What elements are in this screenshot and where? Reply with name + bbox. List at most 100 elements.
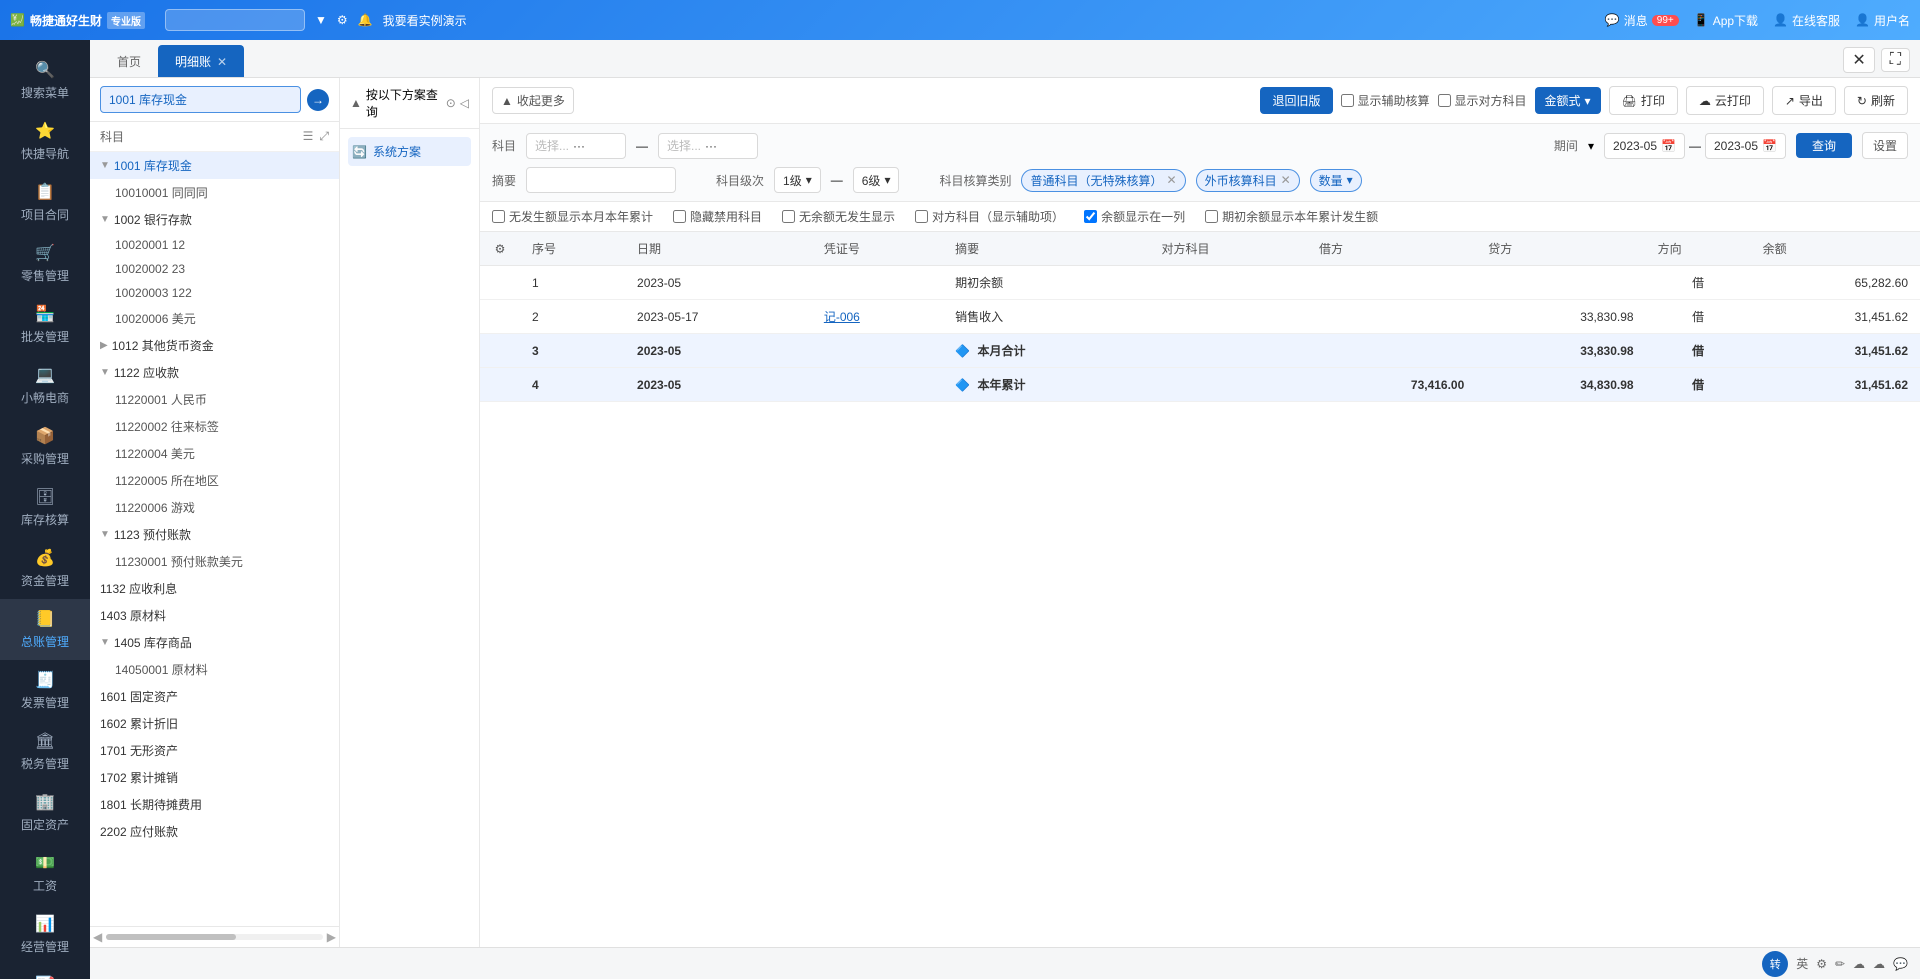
sidebar-item-shortcut[interactable]: ⭐ 快捷导航 xyxy=(0,111,90,172)
tree-item-10020001[interactable]: 10020001 12 xyxy=(90,233,339,257)
opt-contra-aux[interactable]: 对方科目（显示辅助项） xyxy=(915,208,1064,225)
show-contra-input[interactable] xyxy=(1438,94,1451,107)
sidebar-item-salary[interactable]: 💵 工资 xyxy=(0,843,90,904)
opt-no-occur-input[interactable] xyxy=(492,210,505,223)
subject-select[interactable]: 选择... ··· xyxy=(526,133,626,159)
collapse-btn[interactable]: ▲ xyxy=(350,96,362,110)
ellipsis2-icon[interactable]: ··· xyxy=(705,139,717,153)
tag-qty[interactable]: 数量 ▾ xyxy=(1310,169,1362,192)
sidebar-item-purchase[interactable]: 📦 采购管理 xyxy=(0,416,90,477)
sidebar-item-ecommerce[interactable]: 💻 小畅电商 xyxy=(0,355,90,416)
dropdown-icon[interactable]: ▼ xyxy=(315,13,327,27)
tree-item-1602[interactable]: 1602 累计折旧 xyxy=(90,710,339,737)
tree-item-10010001[interactable]: 10010001 同同同 xyxy=(90,179,339,206)
tab-home[interactable]: 首页 xyxy=(100,45,158,77)
top-search-input[interactable] xyxy=(165,9,305,31)
sidebar-item-contract[interactable]: 📋 项目合同 xyxy=(0,172,90,233)
opt-balance-one-col[interactable]: 余额显示在一列 xyxy=(1084,208,1185,225)
show-aux-input[interactable] xyxy=(1341,94,1354,107)
col-settings[interactable]: ⚙ xyxy=(480,232,520,266)
sidebar-item-operation[interactable]: 📊 经营管理 xyxy=(0,904,90,965)
amount-format-btn[interactable]: 金额式 ▾ xyxy=(1535,87,1601,114)
tree-item-11220002[interactable]: 11220002 往来标签 xyxy=(90,413,339,440)
refresh-btn[interactable]: ↻ 刷新 xyxy=(1844,86,1908,115)
user-menu[interactable]: 👤 用户名 xyxy=(1855,12,1910,29)
period-start-input[interactable]: 2023-05 📅 xyxy=(1604,133,1685,159)
tree-item-11220001[interactable]: 11220001 人民币 xyxy=(90,386,339,413)
toolbar-icon-5[interactable]: 💬 xyxy=(1893,957,1908,971)
list-view-icon[interactable]: ☰ xyxy=(303,129,314,144)
scroll-left-btn[interactable]: ◀ xyxy=(93,930,102,944)
expand-more-btn[interactable]: ▲ 收起更多 xyxy=(492,87,574,114)
toolbar-icon-3[interactable]: ☁ xyxy=(1853,957,1865,971)
opt-no-occur[interactable]: 无发生额显示本月本年累计 xyxy=(492,208,653,225)
sidebar-item-tax[interactable]: 🏛 税务管理 xyxy=(0,721,90,782)
tag-foreign-close[interactable]: ✕ xyxy=(1281,173,1291,187)
lang-btn[interactable]: 英 xyxy=(1796,955,1808,972)
app-download-btn[interactable]: 📱 App下载 xyxy=(1694,12,1758,29)
sidebar-item-ledger[interactable]: 📒 总账管理 xyxy=(0,599,90,660)
tree-item-1122[interactable]: ▼ 1122 应收款 xyxy=(90,359,339,386)
opt-contra-aux-input[interactable] xyxy=(915,210,928,223)
tree-item-1601[interactable]: 1601 固定资产 xyxy=(90,683,339,710)
tree-item-10020003[interactable]: 10020003 122 xyxy=(90,281,339,305)
toolbar-icon-1[interactable]: ⚙ xyxy=(1816,957,1827,971)
sidebar-item-retail[interactable]: 🛒 零售管理 xyxy=(0,233,90,294)
tree-item-2202[interactable]: 2202 应付账款 xyxy=(90,818,339,845)
tree-item-11220005[interactable]: 11220005 所在地区 xyxy=(90,467,339,494)
period-dropdown-icon[interactable]: ▾ xyxy=(1588,139,1594,153)
tree-item-1123[interactable]: ▼ 1123 预付账款 xyxy=(90,521,339,548)
close-window-btn[interactable]: ✕ xyxy=(1843,47,1874,73)
ellipsis-icon[interactable]: ··· xyxy=(573,139,585,153)
toolbar-icon-2[interactable]: ✏ xyxy=(1835,957,1845,971)
subject-end-select[interactable]: 选择... ··· xyxy=(658,133,758,159)
show-contra-checkbox[interactable]: 显示对方科目 xyxy=(1438,92,1527,109)
sidebar-item-search[interactable]: 🔍 搜索菜单 xyxy=(0,50,90,111)
floating-btn[interactable]: 转 xyxy=(1762,951,1788,977)
level-end-select[interactable]: 6级 ▾ xyxy=(853,167,900,193)
level-start-select[interactable]: 1级 ▾ xyxy=(774,167,821,193)
opt-no-balance-input[interactable] xyxy=(782,210,795,223)
scroll-right-btn[interactable]: ▶ xyxy=(327,930,336,944)
tree-item-1001[interactable]: ▼ 1001 库存现金 xyxy=(90,152,339,179)
query-btn[interactable]: 查询 xyxy=(1796,133,1852,158)
opt-no-balance[interactable]: 无余额无发生显示 xyxy=(782,208,895,225)
sidebar-item-inventory[interactable]: 🗄 库存核算 xyxy=(0,477,90,538)
tag-normal-close[interactable]: ✕ xyxy=(1167,173,1177,187)
sidebar-item-wholesale[interactable]: 🏪 批发管理 xyxy=(0,294,90,355)
sidebar-item-invoice[interactable]: 🧾 发票管理 xyxy=(0,660,90,721)
cloud-print-btn[interactable]: ☁ 云打印 xyxy=(1686,86,1764,115)
maximize-btn[interactable]: ⛶ xyxy=(1881,48,1910,72)
query-close-icon[interactable]: ◁ xyxy=(460,96,469,110)
export-btn[interactable]: ↗ 导出 xyxy=(1772,86,1836,115)
show-aux-checkbox[interactable]: 显示辅助核算 xyxy=(1341,92,1430,109)
opt-period-balance[interactable]: 期初余额显示本年累计发生额 xyxy=(1205,208,1378,225)
sidebar-item-capital[interactable]: 💰 资金管理 xyxy=(0,538,90,599)
summary-input[interactable] xyxy=(526,167,676,193)
account-navigate-btn[interactable]: → xyxy=(307,89,329,111)
tree-item-1702[interactable]: 1702 累计摊销 xyxy=(90,764,339,791)
opt-period-balance-input[interactable] xyxy=(1205,210,1218,223)
voucher-link[interactable]: 记-006 xyxy=(824,310,860,324)
opt-hide-disabled-input[interactable] xyxy=(673,210,686,223)
opt-hide-disabled[interactable]: 隐藏禁用科目 xyxy=(673,208,762,225)
opt-balance-one-col-input[interactable] xyxy=(1084,210,1097,223)
tree-item-1801[interactable]: 1801 长期待摊费用 xyxy=(90,791,339,818)
demo-label[interactable]: 我要看实例演示 xyxy=(383,12,467,29)
tree-item-1405[interactable]: ▼ 1405 库存商品 xyxy=(90,629,339,656)
tree-item-1701[interactable]: 1701 无形资产 xyxy=(90,737,339,764)
sidebar-item-assets[interactable]: 🏢 固定资产 xyxy=(0,782,90,843)
period-end-input[interactable]: 2023-05 📅 xyxy=(1705,133,1786,159)
tree-item-11230001[interactable]: 11230001 预付账款美元 xyxy=(90,548,339,575)
tree-item-1012[interactable]: ▶ 1012 其他货币资金 xyxy=(90,332,339,359)
sidebar-item-sales-report[interactable]: 📝 小畅报销 xyxy=(0,965,90,979)
tree-item-14050001[interactable]: 14050001 原材料 xyxy=(90,656,339,683)
return-old-btn[interactable]: 退回旧版 xyxy=(1260,87,1332,114)
tab-close-icon[interactable]: ✕ xyxy=(217,55,227,69)
tree-item-10020006[interactable]: 10020006 美元 xyxy=(90,305,339,332)
print-btn[interactable]: 🖨 打印 xyxy=(1609,86,1678,115)
query-option-system[interactable]: 🔄 系统方案 xyxy=(348,137,471,166)
toolbar-icon-4[interactable]: ☁ xyxy=(1873,957,1885,971)
tree-item-1403[interactable]: 1403 原材料 xyxy=(90,602,339,629)
settings-btn[interactable]: 设置 xyxy=(1862,132,1908,159)
